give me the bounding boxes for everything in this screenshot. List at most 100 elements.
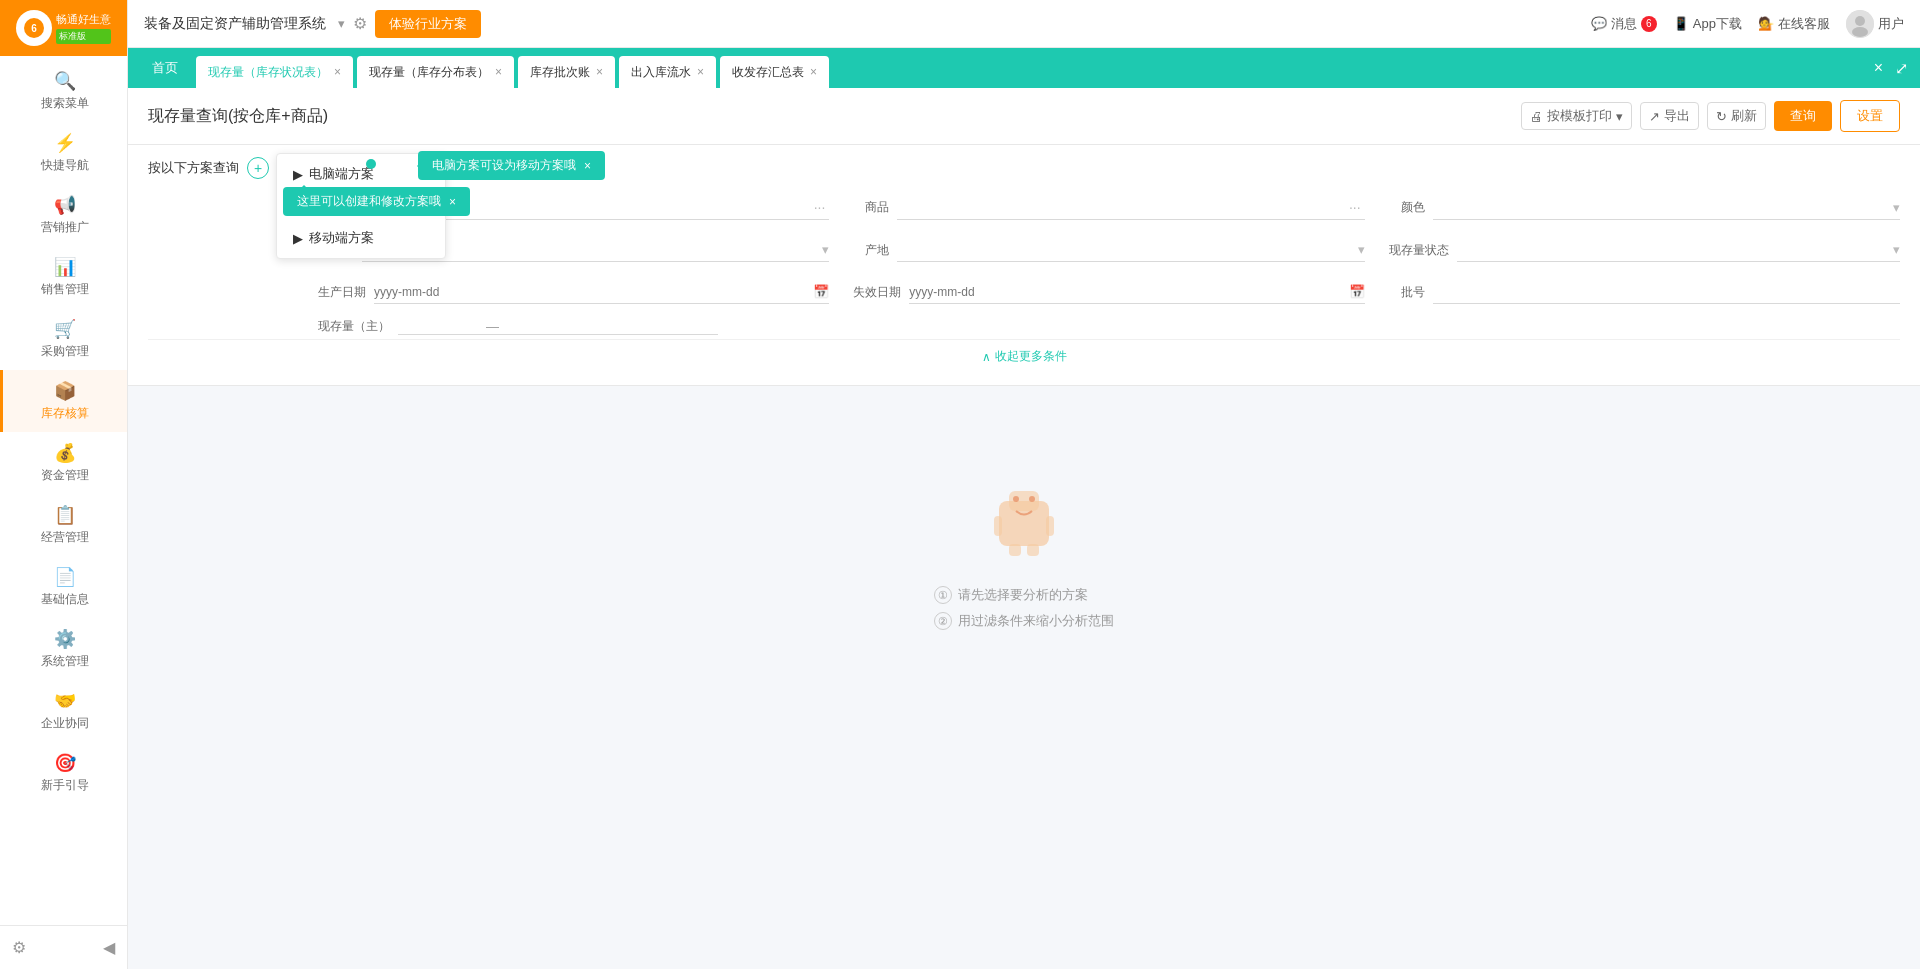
filter-row-2: 尺码 ▾ 产地 ▾ [318,234,1900,266]
avatar [1846,10,1874,38]
tab-close-batch-account[interactable]: × [596,65,603,79]
batch-no-control [1433,281,1900,304]
production-date-input[interactable] [374,285,813,299]
app-download-btn[interactable]: 📱 App下载 [1673,15,1742,33]
system-select-btn[interactable]: ▾ [338,16,345,31]
tab-receipts-summary[interactable]: 收发存汇总表 × [720,56,829,88]
origin-dropdown-icon: ▾ [1358,242,1365,257]
warehouse-more-icon[interactable]: ··· [810,199,830,215]
app-download-label: App下载 [1693,15,1742,33]
expiry-date-input[interactable] [909,285,1348,299]
color-control[interactable]: ▾ [1433,196,1900,220]
inventory-icon: 📦 [54,380,76,402]
expiry-date-calendar-icon[interactable]: 📅 [1349,284,1365,299]
sidebar-item-basic-info[interactable]: 📄 基础信息 [0,556,127,618]
sidebar-item-purchase[interactable]: 🛒 采购管理 [0,308,127,370]
stock-main-from-input[interactable] [398,319,478,333]
sidebar-item-enterprise[interactable]: 🤝 企业协同 [0,680,127,742]
sales-icon: 📊 [54,256,76,278]
industry-btn[interactable]: 体验行业方案 [375,10,481,38]
sidebar-nav: 🔍 搜索菜单 ⚡ 快捷导航 📢 营销推广 📊 销售管理 🛒 采购管理 📦 库存核… [0,56,127,925]
sidebar-item-quick-label: 快捷导航 [41,157,89,174]
goods-more-icon[interactable]: ··· [1345,199,1365,215]
search-btn[interactable]: 查询 [1774,101,1832,131]
stock-status-field: 现存量状态 ▾ [1389,238,1900,262]
expiry-date-field: 失效日期 📅 [853,280,1364,304]
sidebar-item-purchase-label: 采购管理 [41,343,89,360]
sidebar-item-inventory[interactable]: 📦 库存核算 [0,370,127,432]
collapse-row: ∧ 收起更多条件 [148,339,1900,373]
stock-status-control[interactable]: ▾ [1457,238,1900,262]
tabs-bar: 首页 现存量（库存状况表） × 现存量（库存分布表） × 库存批次账 × 出入库… [128,48,1920,88]
settings-gear-btn[interactable]: ⚙ [353,14,367,33]
tabs-fullscreen-btn[interactable]: ⤢ [1891,59,1912,78]
marketing-icon: 📢 [54,194,76,216]
sidebar-item-search[interactable]: 🔍 搜索菜单 [0,60,127,122]
finance-icon: 💰 [54,442,76,464]
sidebar-item-marketing-label: 营销推广 [41,219,89,236]
online-service-btn[interactable]: 💁 在线客服 [1758,15,1830,33]
sidebar-item-sales[interactable]: 📊 销售管理 [0,246,127,308]
tab-inventory-distribution[interactable]: 现存量（库存分布表） × [357,56,514,88]
stock-main-separator: — [486,319,499,334]
guide-icon: 🎯 [54,752,76,774]
goods-input[interactable] [897,200,1345,214]
svg-point-4 [1852,27,1868,37]
svg-rect-6 [1009,491,1039,511]
sidebar-item-guide[interactable]: 🎯 新手引导 [0,742,127,804]
user-btn[interactable]: 用户 [1846,10,1904,38]
tab-home[interactable]: 首页 [136,48,194,88]
sidebar-item-guide-label: 新手引导 [41,777,89,794]
production-date-calendar-icon[interactable]: 📅 [813,284,829,299]
logo-text: 畅通好生意 [56,12,111,26]
tabs-close-all-btn[interactable]: × [1870,59,1887,78]
goods-control: ··· [897,195,1364,220]
expiry-date-control: 📅 [909,280,1364,304]
empty-step-1-num: ① [934,586,952,604]
sidebar-item-quick[interactable]: ⚡ 快捷导航 [0,122,127,184]
tab-stock-flow[interactable]: 出入库流水 × [619,56,716,88]
export-icon: ↗ [1649,109,1660,124]
sidebar-item-finance[interactable]: 💰 资金管理 [0,432,127,494]
production-date-field: 生产日期 📅 [318,280,829,304]
tab-close-inventory-status[interactable]: × [334,65,341,79]
tooltip2-close-btn[interactable]: × [449,195,456,209]
tooltip1-close-btn[interactable]: × [584,159,591,173]
tab-close-inventory-distribution[interactable]: × [495,65,502,79]
quick-nav-icon: ⚡ [54,132,76,154]
sidebar-item-system[interactable]: ⚙️ 系统管理 [0,618,127,680]
message-btn[interactable]: 💬 消息 6 [1591,15,1657,33]
tabs-controls: × ⤢ [1870,59,1912,78]
export-btn[interactable]: ↗ 导出 [1640,102,1699,130]
print-btn[interactable]: 🖨 按模板打印 ▾ [1521,102,1632,130]
collapse-btn[interactable]: ∧ 收起更多条件 [156,348,1892,365]
refresh-btn[interactable]: ↻ 刷新 [1707,102,1766,130]
tab-close-stock-flow[interactable]: × [697,65,704,79]
origin-field: 产地 ▾ [853,238,1364,262]
tab-batch-account[interactable]: 库存批次账 × [518,56,615,88]
tab-inventory-status[interactable]: 现存量（库存状况表） × [196,56,353,88]
settings-btn[interactable]: 设置 [1840,100,1900,132]
stock-main-to-input[interactable] [507,319,587,333]
svg-rect-11 [1009,544,1021,556]
sidebar-item-marketing[interactable]: 📢 营销推广 [0,184,127,246]
sidebar-item-operations-label: 经营管理 [41,529,89,546]
user-label: 用户 [1878,15,1904,33]
origin-control[interactable]: ▾ [897,238,1364,262]
main-area: 装备及固定资产辅助管理系统 ▾ ⚙ 体验行业方案 💬 消息 6 📱 App下载 … [128,0,1920,969]
refresh-label: 刷新 [1731,107,1757,125]
filter-add-btn[interactable]: + [247,157,269,179]
color-input[interactable] [1433,200,1893,214]
origin-input[interactable] [897,243,1357,257]
tab-close-receipts-summary[interactable]: × [810,65,817,79]
settings-bottom-btn[interactable]: ⚙ [12,938,26,957]
sidebar-item-operations[interactable]: 📋 经营管理 [0,494,127,556]
filter-row-4: 现存量（主） — [318,318,718,335]
message-badge: 6 [1641,16,1657,32]
collapse-sidebar-btn[interactable]: ◀ [103,938,115,957]
header-right: 💬 消息 6 📱 App下载 💁 在线客服 用户 [1591,10,1904,38]
batch-no-input[interactable] [1433,285,1900,299]
size-dropdown-icon: ▾ [822,242,829,257]
stock-status-input[interactable] [1457,243,1893,257]
tab-inventory-status-label: 现存量（库存状况表） [208,64,328,81]
